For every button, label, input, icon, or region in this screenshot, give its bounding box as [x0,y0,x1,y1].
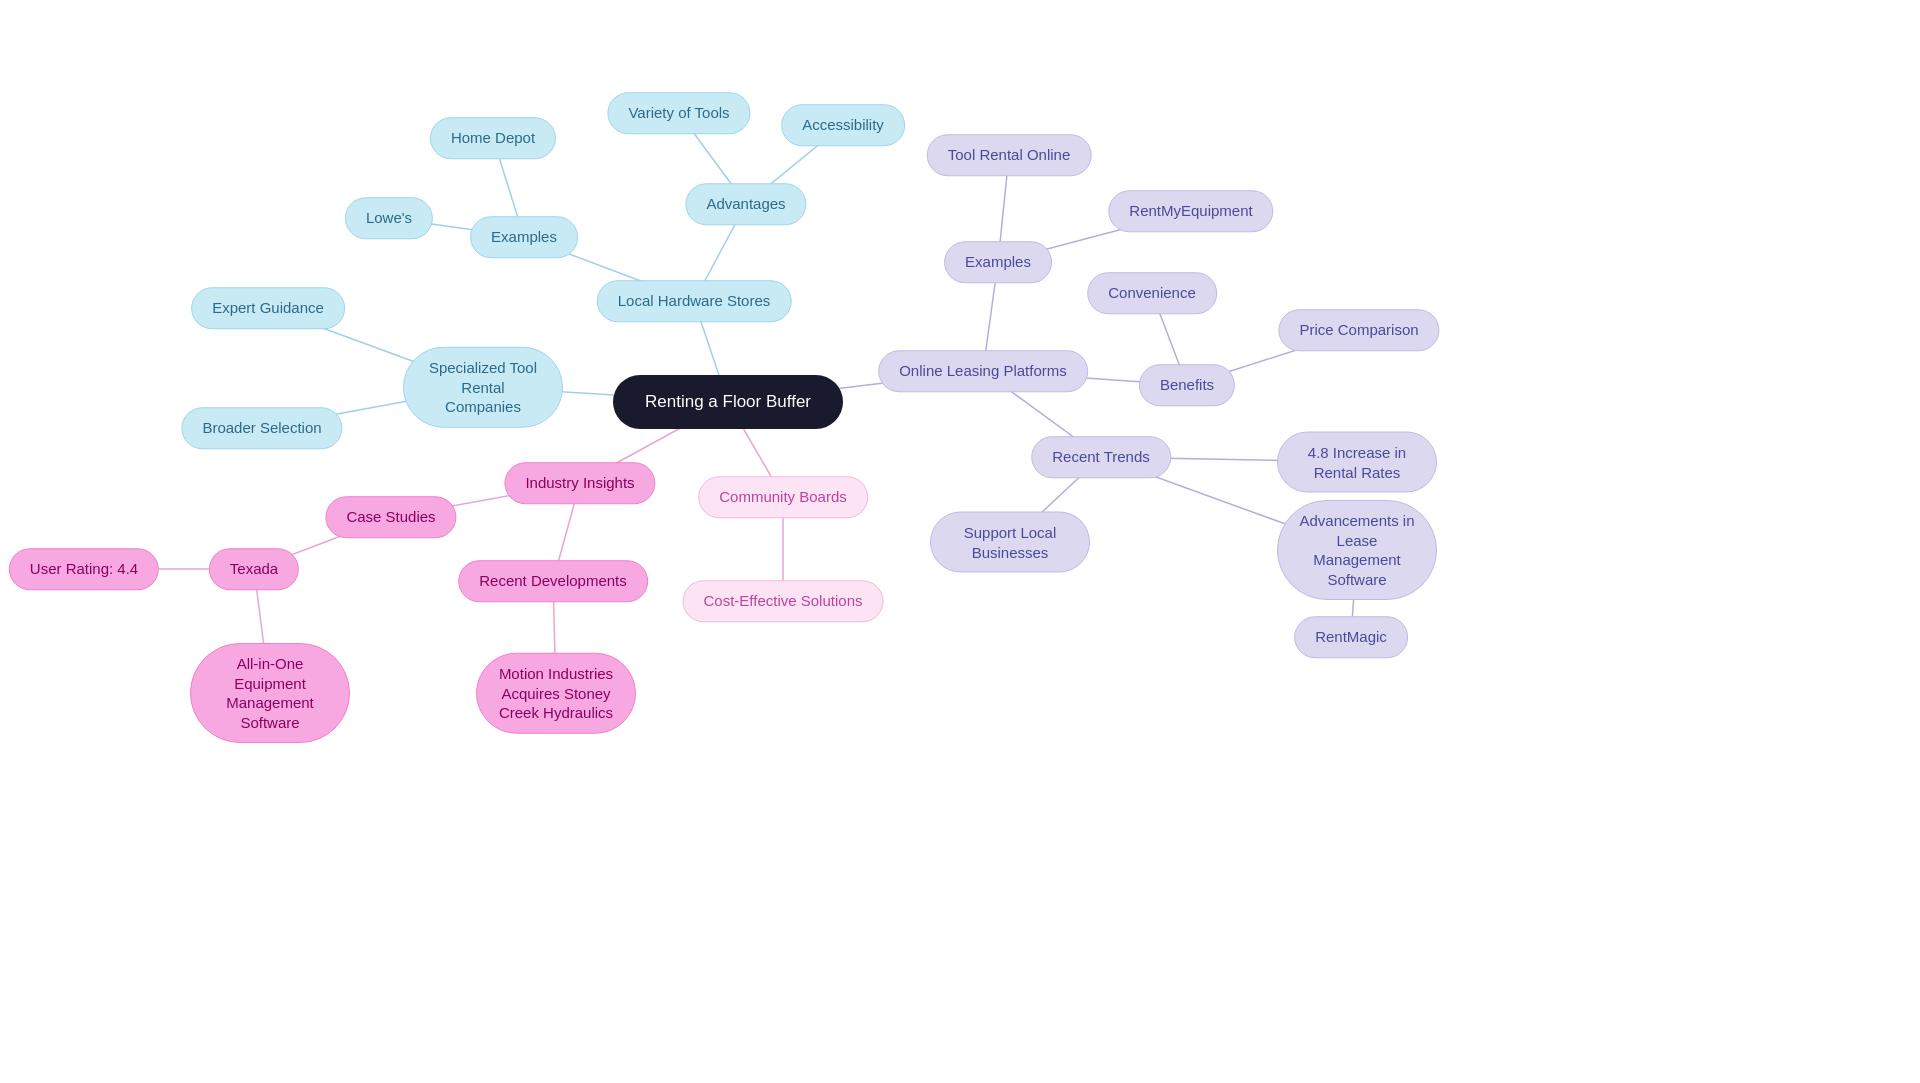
lowes-node[interactable]: Lowe's [345,197,433,239]
online-leasing-node[interactable]: Online Leasing Platforms [878,350,1088,392]
convenience-node[interactable]: Convenience [1087,272,1217,314]
advantages-node[interactable]: Advantages [685,183,806,225]
broader-selection-node[interactable]: Broader Selection [181,407,342,449]
rentmagic-node[interactable]: RentMagic [1294,616,1408,658]
tool-rental-online-node[interactable]: Tool Rental Online [927,134,1092,176]
variety-tools-node[interactable]: Variety of Tools [607,92,750,134]
motion-industries-node[interactable]: Motion Industries Acquires Stoney Creek … [476,653,636,734]
support-local-node[interactable]: Support Local Businesses [930,512,1090,573]
industry-insights-node[interactable]: Industry Insights [504,462,655,504]
cost-effective-node[interactable]: Cost-Effective Solutions [683,580,884,622]
rentmyequipment-node[interactable]: RentMyEquipment [1108,190,1273,232]
texada-node[interactable]: Texada [209,548,299,590]
specialized-node[interactable]: Specialized Tool Rental Companies [403,347,563,428]
expert-guidance-node[interactable]: Expert Guidance [191,287,345,329]
home-depot-node[interactable]: Home Depot [430,117,556,159]
case-studies-node[interactable]: Case Studies [325,496,456,538]
local-hardware-node[interactable]: Local Hardware Stores [597,280,792,322]
accessibility-node[interactable]: Accessibility [781,104,905,146]
advancements-node[interactable]: Advancements in Lease Management Softwar… [1277,500,1437,600]
examples-purple-node[interactable]: Examples [944,241,1052,283]
benefits-node[interactable]: Benefits [1139,364,1235,406]
allinone-node[interactable]: All-in-One Equipment Management Software [190,643,350,743]
examples-blue-node[interactable]: Examples [470,216,578,258]
rental-rates-node[interactable]: 4.8 Increase in Rental Rates [1277,432,1437,493]
recent-trends-node[interactable]: Recent Trends [1031,436,1171,478]
community-boards-node[interactable]: Community Boards [698,476,868,518]
recent-developments-node[interactable]: Recent Developments [458,560,648,602]
price-comparison-node[interactable]: Price Comparison [1278,309,1439,351]
user-rating-node[interactable]: User Rating: 4.4 [9,548,159,590]
mindmap-container: Renting a Floor Buffer Local Hardware Sto… [0,0,1920,1083]
center-node[interactable]: Renting a Floor Buffer [613,375,843,429]
